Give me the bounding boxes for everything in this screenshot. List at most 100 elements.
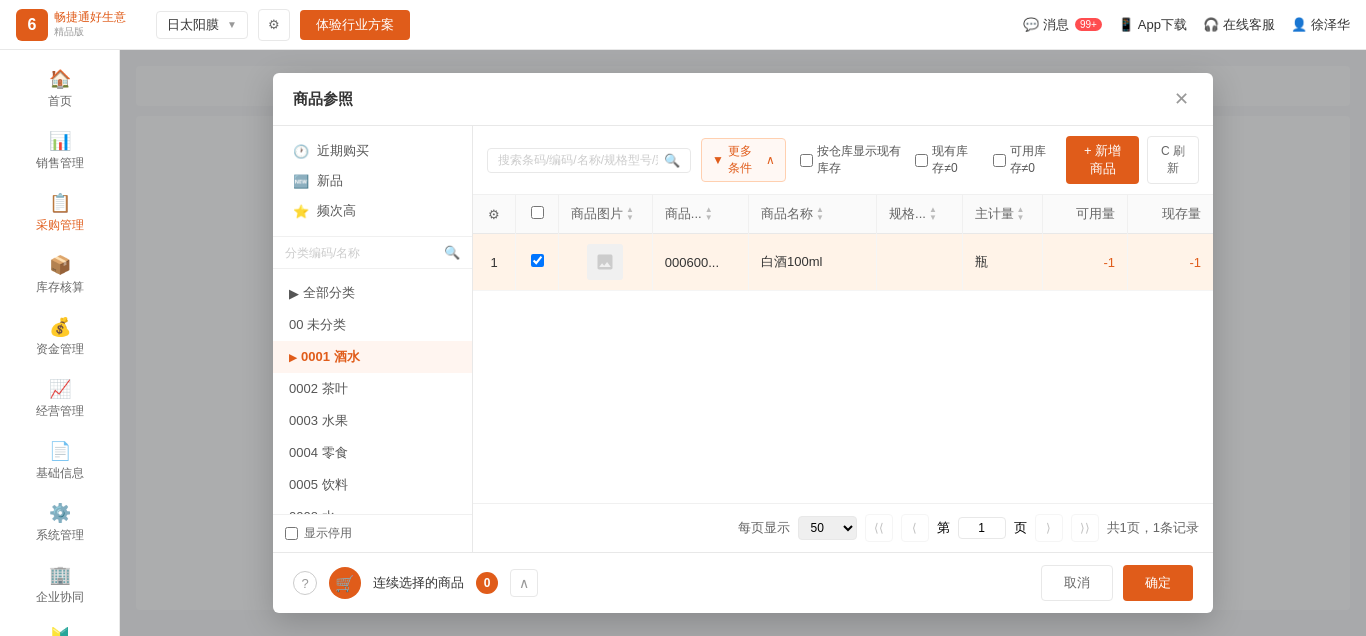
show-disabled-checkbox[interactable] (285, 527, 298, 540)
store-selector[interactable]: 日太阳膜 ▼ (156, 11, 248, 39)
product-search-input[interactable] (498, 153, 658, 167)
select-all-checkbox[interactable] (531, 206, 544, 219)
row-checkbox-cell (516, 234, 559, 291)
category-item-0005[interactable]: 0005 饮料 (273, 469, 472, 501)
quick-filter-frequent[interactable]: ⭐ 频次高 (285, 196, 460, 226)
sort-unit[interactable]: 主计量 ▲▼ (975, 205, 1030, 223)
category-search-input[interactable] (285, 246, 436, 260)
trial-button[interactable]: 体验行业方案 (300, 10, 410, 40)
main-layout: 🏠 首页 📊 销售管理 📋 采购管理 📦 库存核算 💰 资金管理 📈 经营管理 … (0, 50, 1366, 636)
nav-right: 💬 消息 99+ 📱 App下载 🎧 在线客服 👤 徐泽华 (1023, 16, 1350, 34)
category-item-0002[interactable]: 0002 茶叶 (273, 373, 472, 405)
th-avail: 可用量 (1042, 195, 1127, 234)
user-menu[interactable]: 👤 徐泽华 (1291, 16, 1350, 34)
sort-arrows-spec: ▲▼ (929, 206, 937, 222)
quick-filter-recent[interactable]: 🕐 近期购买 (285, 136, 460, 166)
collapse-footer-button[interactable]: ∧ (510, 569, 538, 597)
app-download-button[interactable]: 📱 App下载 (1118, 16, 1187, 34)
sidebar-label-inventory: 库存核算 (36, 279, 84, 296)
th-checkbox (516, 195, 559, 234)
confirm-button[interactable]: 确定 (1123, 565, 1193, 601)
prev-page-button[interactable]: ⟨ (901, 514, 929, 542)
category-label-0005: 0005 饮料 (289, 476, 348, 494)
filter-warehouse-checkbox[interactable] (800, 154, 813, 167)
sidebar-item-purchase[interactable]: 📋 采购管理 (0, 182, 119, 244)
category-item-0003[interactable]: 0003 水果 (273, 405, 472, 437)
sort-name[interactable]: 商品名称 ▲▼ (761, 205, 864, 223)
frequent-label: 频次高 (317, 202, 356, 220)
sidebar-label-enterprise: 企业协同 (36, 589, 84, 606)
dialog-close-button[interactable]: ✕ (1169, 87, 1193, 111)
sidebar-item-inventory[interactable]: 📦 库存核算 (0, 244, 119, 306)
app-download-label: App下载 (1138, 16, 1187, 34)
add-product-button[interactable]: + 新增商品 (1066, 136, 1139, 184)
triangle-icon: ▶ (289, 286, 299, 301)
category-item-0001[interactable]: ▶ 0001 酒水 (273, 341, 472, 373)
category-search-icon[interactable]: 🔍 (444, 245, 460, 260)
category-item-00[interactable]: 00 未分类 (273, 309, 472, 341)
system-icon: ⚙️ (49, 502, 71, 524)
category-item-all[interactable]: ▶ 全部分类 (273, 277, 472, 309)
filter-stock-ne-label[interactable]: 现有库存≠0 (915, 143, 978, 177)
sort-code[interactable]: 商品... ▲▼ (665, 205, 736, 223)
row-checkbox[interactable] (531, 254, 544, 267)
sidebar-label-home: 首页 (48, 93, 72, 110)
category-item-0004[interactable]: 0004 零食 (273, 437, 472, 469)
search-icon[interactable]: 🔍 (664, 153, 680, 168)
settings-button[interactable]: ⚙ (258, 9, 290, 41)
help-button[interactable]: ? (293, 571, 317, 595)
settings-icon[interactable]: ⚙ (488, 207, 500, 222)
filter-warehouse-label[interactable]: 按仓库显示现有库存 (800, 143, 901, 177)
online-service-button[interactable]: 🎧 在线客服 (1203, 16, 1275, 34)
sidebar-item-operations[interactable]: 📈 经营管理 (0, 368, 119, 430)
sidebar-item-basicinfo[interactable]: 📄 基础信息 (0, 430, 119, 492)
table-row[interactable]: 1 (473, 234, 1213, 291)
enterprise-icon: 🏢 (49, 564, 71, 586)
filter-stock-ne-text: 现有库存≠0 (932, 143, 978, 177)
th-image: 商品图片 ▲▼ (558, 195, 652, 234)
last-page-button[interactable]: ⟩⟩ (1071, 514, 1099, 542)
sidebar-label-operations: 经营管理 (36, 403, 84, 420)
sidebar-item-system[interactable]: ⚙️ 系统管理 (0, 492, 119, 554)
content-area: 商品参照 ✕ 🕐 近期购买 🆕 (120, 50, 1366, 636)
category-item-0008[interactable]: 0008 水 (273, 501, 472, 514)
table-header-row: ⚙ 商品图片 ▲▼ (473, 195, 1213, 234)
next-page-button[interactable]: ⟩ (1035, 514, 1063, 542)
filter-avail-ne-checkbox[interactable] (993, 154, 1006, 167)
home-icon: 🏠 (49, 68, 71, 90)
filter-checkboxes: 按仓库显示现有库存 现有库存≠0 可用库存≠0 (800, 143, 1055, 177)
refresh-button[interactable]: C 刷新 (1147, 136, 1199, 184)
more-conditions-button[interactable]: ▼ 更多条件 ∧ (701, 138, 786, 182)
new-label: 新品 (317, 172, 343, 190)
sidebar-item-sales[interactable]: 📊 销售管理 (0, 120, 119, 182)
page-number-input[interactable] (958, 517, 1006, 539)
sort-image[interactable]: 商品图片 ▲▼ (571, 205, 640, 223)
quick-filter-new[interactable]: 🆕 新品 (285, 166, 460, 196)
cart-button[interactable]: 🛒 (329, 567, 361, 599)
page-size-select[interactable]: 50 100 200 (798, 516, 857, 540)
sidebar-item-enterprise[interactable]: 🏢 企业协同 (0, 554, 119, 616)
selected-count-badge: 0 (476, 572, 498, 594)
show-disabled-label[interactable]: 显示停用 (304, 525, 352, 542)
filter-avail-ne-label[interactable]: 可用库存≠0 (993, 143, 1056, 177)
sort-spec[interactable]: 规格... ▲▼ (889, 205, 949, 223)
sidebar-item-home[interactable]: 🏠 首页 (0, 58, 119, 120)
guide-icon: 🔰 (49, 626, 71, 636)
sidebar-label-purchase: 采购管理 (36, 217, 84, 234)
sidebar-item-guide[interactable]: 🔰 新手引导 (0, 616, 119, 636)
cancel-button[interactable]: 取消 (1041, 565, 1113, 601)
filter-stock-ne-checkbox[interactable] (915, 154, 928, 167)
messages-button[interactable]: 💬 消息 99+ (1023, 16, 1102, 34)
chevron-down-icon: ▼ (227, 19, 237, 30)
dialog-body: 🕐 近期购买 🆕 新品 ⭐ 频次高 (273, 126, 1213, 552)
th-settings: ⚙ (473, 195, 516, 234)
first-page-button[interactable]: ⟨⟨ (865, 514, 893, 542)
messages-badge: 99+ (1075, 18, 1102, 31)
dialog-footer: ? 🛒 连续选择的商品 0 ∧ 取消 确定 (273, 552, 1213, 613)
row-name: 白酒100ml (748, 234, 876, 291)
sidebar-item-finance[interactable]: 💰 资金管理 (0, 306, 119, 368)
sales-icon: 📊 (49, 130, 71, 152)
product-search-box: 🔍 (487, 148, 691, 173)
product-reference-dialog: 商品参照 ✕ 🕐 近期购买 🆕 (273, 73, 1213, 613)
quick-filters: 🕐 近期购买 🆕 新品 ⭐ 频次高 (273, 126, 472, 237)
